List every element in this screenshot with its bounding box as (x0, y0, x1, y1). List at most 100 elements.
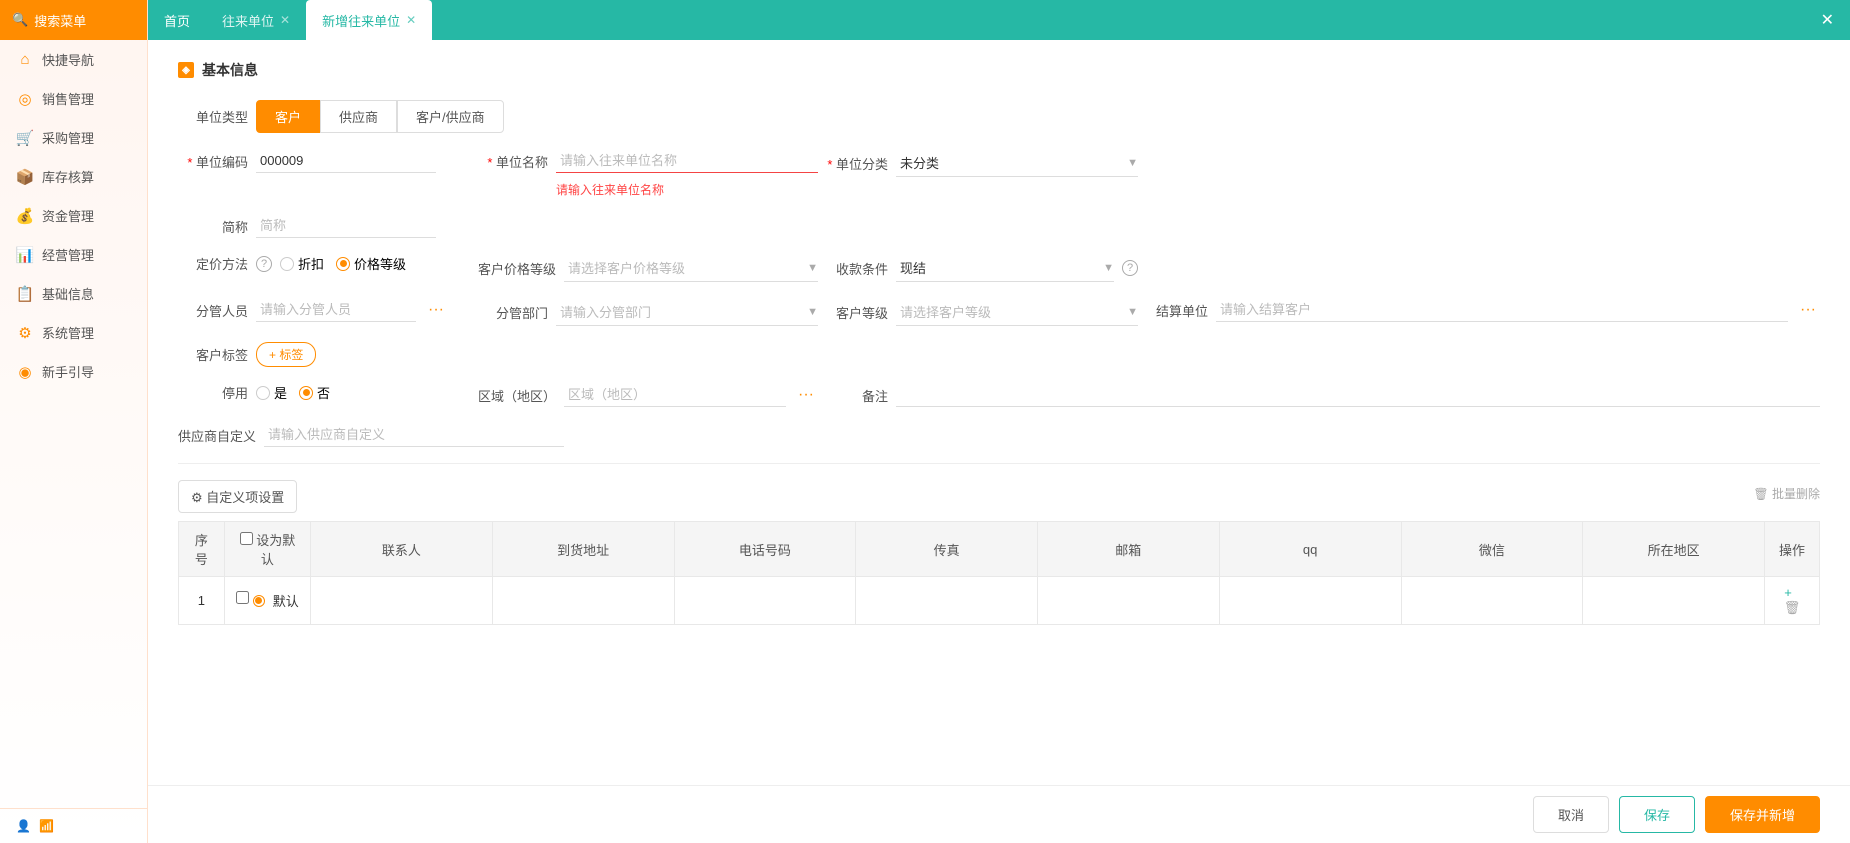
row-delete-btn[interactable]: 🗑 (1784, 600, 1801, 615)
unit-category-value: 未分类 (896, 149, 1127, 176)
short-name-row: 简称 (178, 214, 1820, 238)
disabled-radio-yes[interactable]: 是 (256, 383, 287, 402)
row-checkbox[interactable] (236, 591, 249, 604)
row-fax[interactable] (856, 577, 1038, 625)
settlement-more-btn[interactable]: ··· (1796, 301, 1820, 319)
row-phone-input[interactable] (685, 593, 846, 608)
save-button[interactable]: 保存 (1619, 796, 1695, 833)
row-qq[interactable] (1219, 577, 1401, 625)
sidebar-item-quick-nav[interactable]: ⌂ 快捷导航 (0, 40, 147, 79)
region-input[interactable] (564, 383, 786, 407)
sidebar-item-inventory[interactable]: 📦 库存核算 (0, 157, 147, 196)
sidebar-item-sales[interactable]: ◎ 销售管理 (0, 79, 147, 118)
payment-help-icon[interactable]: ? (1122, 260, 1138, 276)
row-email-input[interactable] (1048, 593, 1209, 608)
tab-counterpart-close[interactable]: ✕ (280, 13, 290, 27)
search-icon: 🔍 (12, 12, 28, 28)
tab-home[interactable]: 首页 (148, 0, 206, 40)
row-address-input[interactable] (503, 593, 664, 608)
short-name-input[interactable] (256, 214, 436, 238)
select-all-checkbox[interactable] (240, 532, 253, 545)
tab-counterpart[interactable]: 往来单位 ✕ (206, 0, 306, 40)
batch-delete-label[interactable]: 🗑 🗑 批量删除 批量删除 (1753, 485, 1820, 502)
department-select[interactable]: 请输入分管部门 ▼ (556, 298, 818, 326)
pricing-method-field: 定价方法 ? 折扣 价格等级 (178, 254, 478, 273)
batch-delete-icon: 🗑 (1753, 487, 1768, 501)
unit-category-label: 单位分类 (818, 154, 888, 173)
customer-price-level-select[interactable]: 请选择客户价格等级 ▼ (564, 254, 818, 282)
disabled-radio-no[interactable]: 否 (299, 383, 330, 402)
settlement-unit-input[interactable] (1216, 298, 1788, 322)
customer-price-level-arrow: ▼ (807, 262, 818, 274)
custom-settings-button[interactable]: ⚙ 自定义项设置 (178, 480, 297, 513)
sidebar-item-finance[interactable]: 💰 资金管理 (0, 196, 147, 235)
add-tag-button[interactable]: + 标签 (256, 342, 316, 367)
row-wechat-input[interactable] (1412, 593, 1573, 608)
basic-icon: 📋 (16, 285, 34, 303)
region-more-btn[interactable]: ··· (794, 386, 818, 404)
row-address[interactable] (492, 577, 674, 625)
row-default-radio[interactable]: 默认 (253, 591, 299, 610)
tag-label: 客户标签 (178, 345, 248, 364)
radio-no-label: 否 (317, 383, 330, 402)
col-action: 操作 (1764, 522, 1819, 577)
settlement-unit-label: 结算单位 (1138, 301, 1208, 320)
row-region-input[interactable] (1593, 593, 1754, 608)
row-region[interactable] (1583, 577, 1765, 625)
row-add-btn[interactable]: + (1784, 585, 1792, 600)
row-contact[interactable] (311, 577, 493, 625)
sidebar-item-guide[interactable]: ◉ 新手引导 (0, 352, 147, 391)
row-phone[interactable] (674, 577, 856, 625)
sidebar-label-operations: 经营管理 (42, 245, 94, 264)
radio-level-label: 价格等级 (354, 254, 406, 273)
main-area: 首页 往来单位 ✕ 新增往来单位 ✕ ✕ ◈ 基本信息 单位类型 客户 供应商 … (148, 0, 1850, 843)
sales-icon: ◎ (16, 90, 34, 108)
row-contact-input[interactable] (321, 593, 482, 608)
tab-new-counterpart[interactable]: 新增往来单位 ✕ (306, 0, 432, 40)
row-default-radio-circle (253, 595, 265, 607)
row-wechat[interactable] (1401, 577, 1583, 625)
sidebar-search[interactable]: 🔍 搜索菜单 (0, 0, 147, 40)
manager-label: 分管人员 (178, 301, 248, 320)
row-email[interactable] (1037, 577, 1219, 625)
pricing-radio-level[interactable]: 价格等级 (336, 254, 406, 273)
region-field: 区域（地区） ··· (478, 383, 818, 407)
tab-bar: 首页 往来单位 ✕ 新增往来单位 ✕ ✕ (148, 0, 1850, 40)
close-all-tabs-button[interactable]: ✕ (1805, 10, 1850, 30)
sidebar-item-operations[interactable]: 📊 经营管理 (0, 235, 147, 274)
sidebar-item-system[interactable]: ⚙ 系统管理 (0, 313, 147, 352)
supplier-custom-field: 供应商自定义 (178, 423, 1820, 447)
unit-code-field: 单位编码 (178, 149, 478, 173)
section-title-label: 基本信息 (202, 60, 258, 80)
radio-no-circle (299, 386, 313, 400)
unit-name-input[interactable] (556, 149, 818, 173)
col-email: 邮箱 (1037, 522, 1219, 577)
row-fax-input[interactable] (866, 593, 1027, 608)
cancel-button[interactable]: 取消 (1533, 796, 1609, 833)
tab-home-label: 首页 (164, 11, 190, 30)
tab-new-counterpart-label: 新增往来单位 (322, 11, 400, 30)
unit-type-label: 单位类型 (178, 107, 248, 126)
col-wechat: 微信 (1401, 522, 1583, 577)
payment-terms-select[interactable]: 现结 ▼ (896, 254, 1114, 282)
tab-new-counterpart-close[interactable]: ✕ (406, 13, 416, 27)
type-btn-both[interactable]: 客户/供应商 (397, 100, 504, 133)
type-btn-customer[interactable]: 客户 (256, 100, 320, 133)
contacts-table: 序号 设为默认 联系人 到货地址 电话号码 传真 邮箱 qq 微信 所在地区 操… (178, 521, 1820, 625)
pricing-radio-discount[interactable]: 折扣 (280, 254, 324, 273)
supplier-custom-input[interactable] (264, 423, 564, 447)
customer-level-select[interactable]: 请选择客户等级 ▼ (896, 298, 1138, 326)
sidebar-item-basic[interactable]: 📋 基础信息 (0, 274, 147, 313)
sidebar-item-purchase[interactable]: 🛒 采购管理 (0, 118, 147, 157)
manager-input[interactable] (256, 298, 416, 322)
save-new-button[interactable]: 保存并新增 (1705, 796, 1820, 833)
row-qq-input[interactable] (1230, 593, 1391, 608)
short-name-label: 简称 (178, 217, 248, 236)
unit-code-input[interactable] (256, 149, 436, 173)
pricing-help-icon[interactable]: ? (256, 256, 272, 272)
manager-more-btn[interactable]: ··· (424, 301, 448, 319)
type-btn-supplier[interactable]: 供应商 (320, 100, 397, 133)
unit-category-select-wrapper[interactable]: 未分类 ▼ (896, 149, 1138, 177)
department-placeholder: 请输入分管部门 (556, 298, 807, 325)
remarks-input[interactable] (896, 383, 1820, 407)
